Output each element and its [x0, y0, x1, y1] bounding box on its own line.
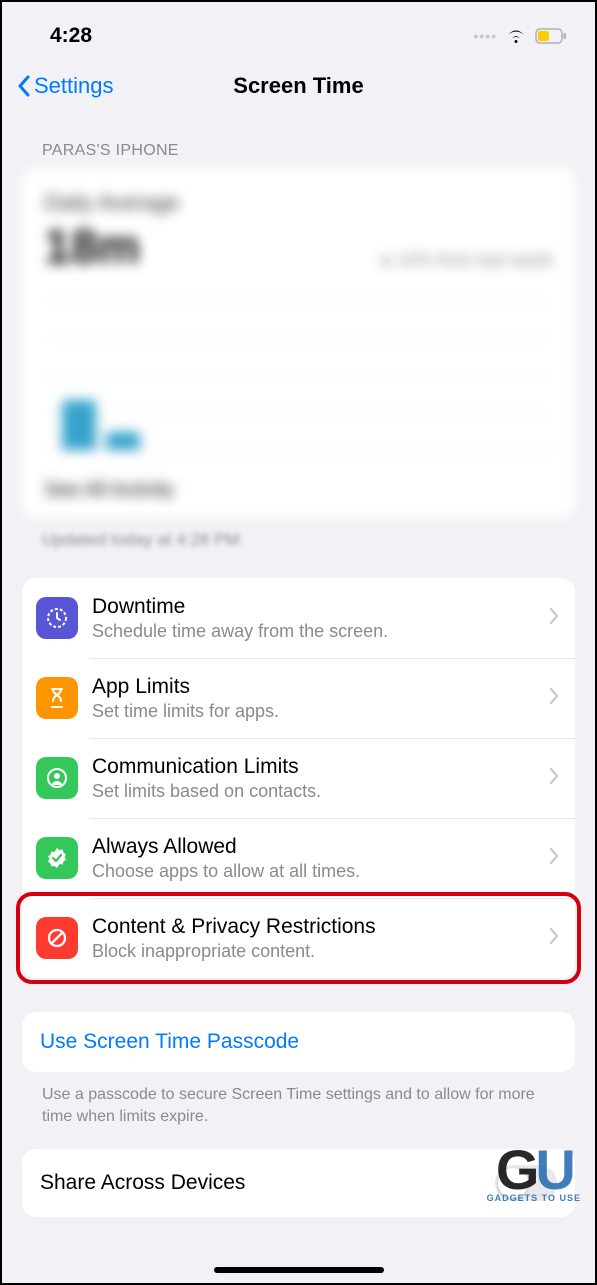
- item-title: Downtime: [92, 594, 535, 620]
- back-button[interactable]: Settings: [16, 73, 114, 99]
- usage-label: Daily Average: [44, 190, 553, 216]
- item-downtime[interactable]: Downtime Schedule time away from the scr…: [22, 578, 575, 658]
- chevron-right-icon: [549, 927, 559, 950]
- item-sub: Set limits based on contacts.: [92, 780, 535, 803]
- passcode-link-row[interactable]: Use Screen Time Passcode: [22, 1012, 575, 1072]
- item-sub: Choose apps to allow at all times.: [92, 860, 535, 883]
- item-always-allowed[interactable]: Always Allowed Choose apps to allow at a…: [22, 818, 575, 898]
- item-title: App Limits: [92, 674, 535, 700]
- person-circle-icon: [36, 757, 78, 799]
- usage-chart: [44, 301, 553, 451]
- item-communication-limits[interactable]: Communication Limits Set limits based on…: [22, 738, 575, 818]
- chevron-right-icon: [549, 687, 559, 710]
- share-label: Share Across Devices: [40, 1171, 245, 1195]
- cellular-dots-icon: ••••: [473, 28, 497, 44]
- updated-text: Updated today at 4:28 PM: [22, 518, 575, 550]
- item-app-limits[interactable]: App Limits Set time limits for apps.: [22, 658, 575, 738]
- see-all-activity[interactable]: See All Activity: [44, 479, 553, 502]
- home-indicator: [214, 1267, 384, 1273]
- status-time: 4:28: [50, 24, 92, 48]
- item-title: Communication Limits: [92, 754, 535, 780]
- passcode-note: Use a passcode to secure Screen Time set…: [22, 1072, 575, 1127]
- item-sub: Block inappropriate content.: [92, 940, 535, 963]
- status-bar: 4:28 ••••: [2, 2, 595, 58]
- share-across-devices-row[interactable]: Share Across Devices: [22, 1149, 575, 1217]
- item-title: Always Allowed: [92, 834, 535, 860]
- hourglass-icon: [36, 677, 78, 719]
- battery-icon: [535, 28, 567, 44]
- item-sub: Schedule time away from the screen.: [92, 620, 535, 643]
- back-label: Settings: [34, 73, 114, 99]
- checkmark-seal-icon: [36, 837, 78, 879]
- nav-header: Settings Screen Time: [2, 58, 595, 114]
- section-header-device: PARAS'S IPHONE: [22, 114, 575, 168]
- status-right: ••••: [473, 28, 567, 44]
- usage-value: 18m: [44, 220, 140, 275]
- item-title: Content & Privacy Restrictions: [92, 914, 535, 940]
- chevron-right-icon: [549, 607, 559, 630]
- usage-delta: ● 14% from last week: [380, 250, 553, 271]
- share-toggle[interactable]: [495, 1165, 557, 1201]
- downtime-icon: [36, 597, 78, 639]
- chevron-left-icon: [16, 74, 32, 98]
- chevron-right-icon: [549, 847, 559, 870]
- chevron-right-icon: [549, 767, 559, 790]
- usage-card[interactable]: Daily Average 18m ● 14% from last week S…: [22, 168, 575, 518]
- item-sub: Set time limits for apps.: [92, 700, 535, 723]
- no-symbol-icon: [36, 917, 78, 959]
- item-content-privacy-restrictions[interactable]: Content & Privacy Restrictions Block ina…: [22, 898, 575, 978]
- settings-list: Downtime Schedule time away from the scr…: [22, 578, 575, 978]
- use-screen-time-passcode-link[interactable]: Use Screen Time Passcode: [40, 1030, 557, 1054]
- wifi-icon: [505, 28, 527, 44]
